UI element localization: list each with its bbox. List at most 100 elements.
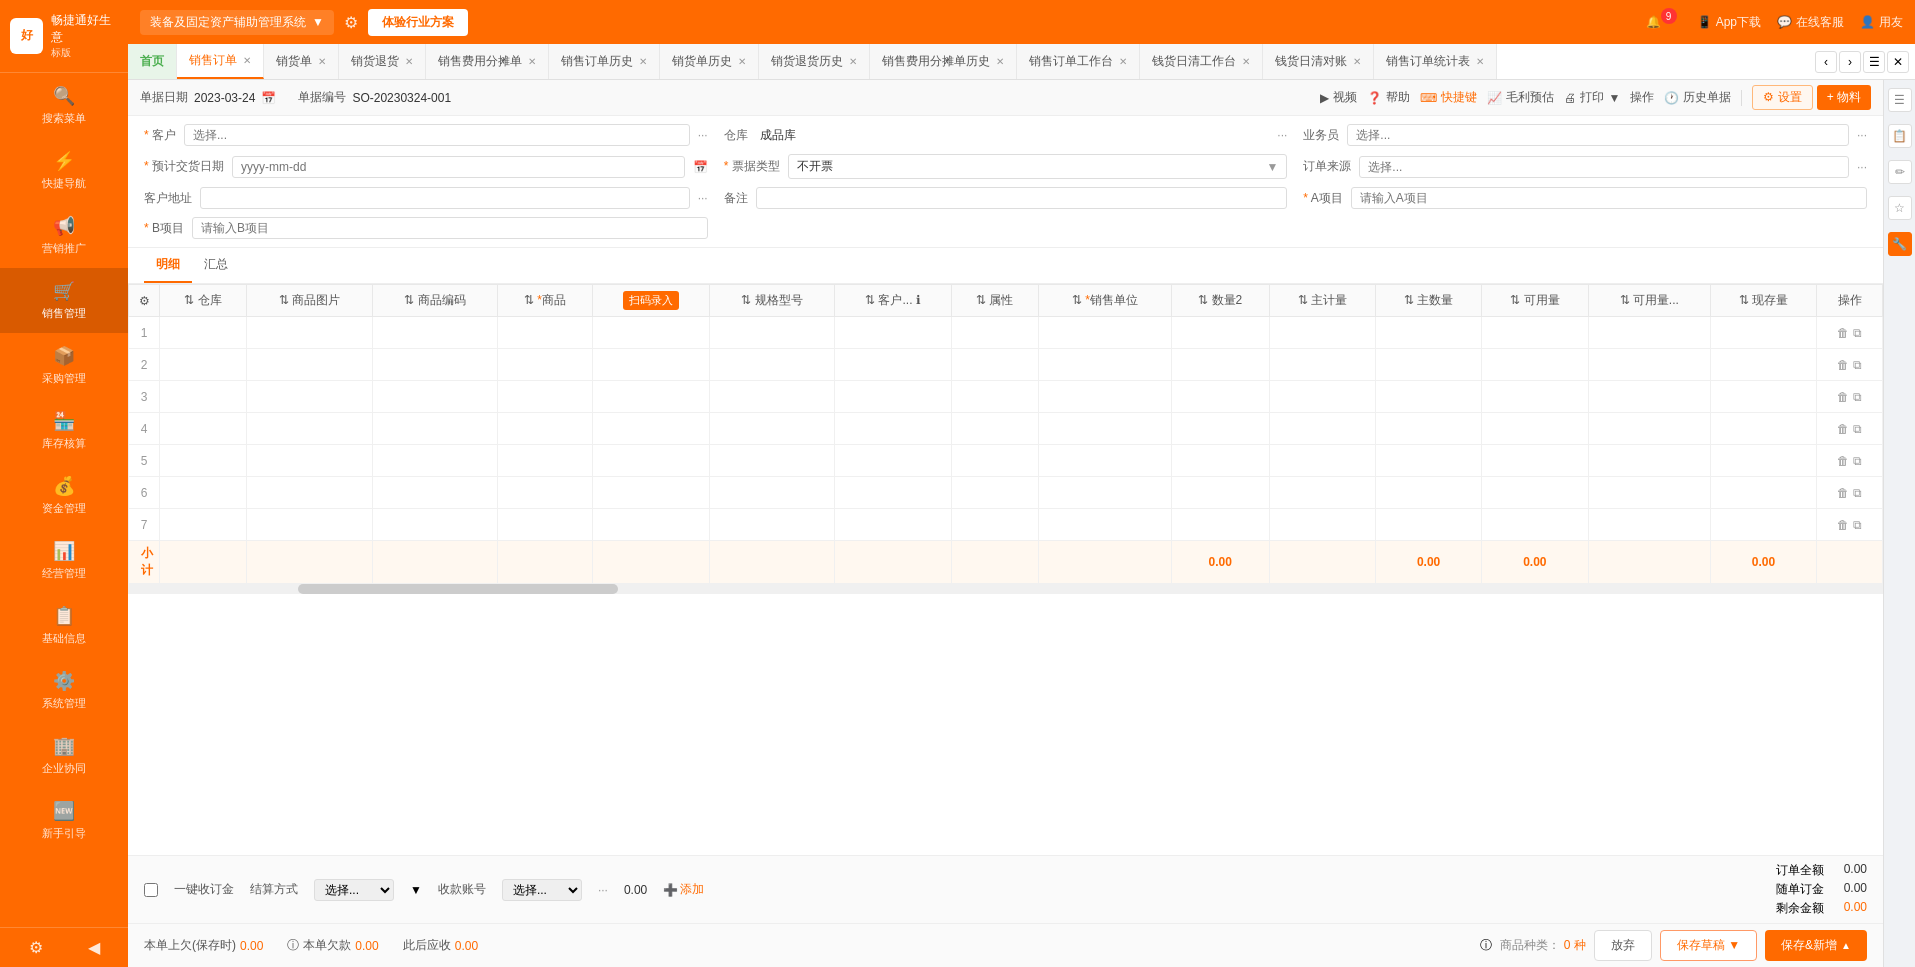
- tab-expense-history[interactable]: 销售费用分摊单历史 ✕: [870, 44, 1017, 79]
- copy-icon[interactable]: ⧉: [1853, 326, 1862, 340]
- table-cell[interactable]: [592, 509, 709, 541]
- table-cell[interactable]: [372, 413, 498, 445]
- col-attribute[interactable]: ⇅ 属性: [951, 285, 1038, 317]
- table-cell[interactable]: [1171, 413, 1269, 445]
- right-panel-btn-3[interactable]: ✏: [1888, 160, 1912, 184]
- sidebar-item-sales[interactable]: 🛒 销售管理: [0, 268, 128, 333]
- table-cell[interactable]: [592, 317, 709, 349]
- table-cell[interactable]: [247, 317, 373, 349]
- tab-close-cash-workbench[interactable]: ✕: [1242, 56, 1250, 67]
- table-cell[interactable]: [709, 317, 835, 349]
- sidebar-item-marketing[interactable]: 📢 营销推广: [0, 203, 128, 268]
- staff-input[interactable]: [1347, 124, 1849, 146]
- online-support-btn[interactable]: 💬 在线客服: [1777, 14, 1844, 31]
- table-cell[interactable]: [247, 509, 373, 541]
- table-cell[interactable]: [498, 317, 593, 349]
- row-action[interactable]: 🗑⧉: [1817, 349, 1883, 381]
- table-cell[interactable]: [592, 349, 709, 381]
- tab-close-statistics[interactable]: ✕: [1476, 56, 1484, 67]
- table-cell[interactable]: [1482, 509, 1588, 541]
- toolbar-add-item-btn[interactable]: + 物料: [1817, 85, 1871, 110]
- table-cell[interactable]: [247, 381, 373, 413]
- tab-return[interactable]: 销货退货 ✕: [339, 44, 426, 79]
- table-cell[interactable]: [1171, 317, 1269, 349]
- app-download-btn[interactable]: 📱 App下载: [1697, 14, 1761, 31]
- right-panel-btn-5[interactable]: 🔧: [1888, 232, 1912, 256]
- table-cell[interactable]: [1171, 445, 1269, 477]
- row-action[interactable]: 🗑⧉: [1817, 413, 1883, 445]
- row-action[interactable]: 🗑⧉: [1817, 317, 1883, 349]
- tab-next-btn[interactable]: ›: [1839, 51, 1861, 73]
- table-cell[interactable]: [592, 445, 709, 477]
- right-panel-btn-1[interactable]: ☰: [1888, 88, 1912, 112]
- table-cell[interactable]: [1038, 349, 1171, 381]
- customer-dots[interactable]: ···: [698, 128, 708, 142]
- add-payment-btn[interactable]: ➕ 添加: [663, 881, 704, 898]
- table-cell[interactable]: [1375, 317, 1481, 349]
- tab-return-history[interactable]: 销货退货历史 ✕: [759, 44, 870, 79]
- tab-menu-btn[interactable]: ☰: [1863, 51, 1885, 73]
- table-cell[interactable]: [1588, 509, 1710, 541]
- tab-close-expense-history[interactable]: ✕: [996, 56, 1004, 67]
- auto-settle-checkbox[interactable]: [144, 883, 158, 897]
- note-input[interactable]: [756, 187, 1288, 209]
- right-panel-btn-2[interactable]: 📋: [1888, 124, 1912, 148]
- toolbar-help-btn[interactable]: ❓ 帮助: [1367, 89, 1410, 106]
- table-cell[interactable]: [1269, 381, 1375, 413]
- tab-close-expense-split[interactable]: ✕: [528, 56, 536, 67]
- table-cell[interactable]: [835, 477, 951, 509]
- right-panel-btn-4[interactable]: ☆: [1888, 196, 1912, 220]
- sidebar-item-basic-info[interactable]: 📋 基础信息: [0, 593, 128, 658]
- toolbar-view-btn[interactable]: ▶ 视频: [1320, 89, 1357, 106]
- col-product[interactable]: ⇅ *商品: [498, 285, 593, 317]
- table-cell[interactable]: [1038, 317, 1171, 349]
- table-cell[interactable]: [1038, 509, 1171, 541]
- tab-prev-btn[interactable]: ‹: [1815, 51, 1837, 73]
- table-cell[interactable]: [372, 445, 498, 477]
- table-cell[interactable]: [1375, 477, 1481, 509]
- tab-sales-order[interactable]: 销售订单 ✕: [177, 44, 264, 79]
- delete-icon[interactable]: 🗑: [1837, 326, 1849, 340]
- tab-close-return-history[interactable]: ✕: [849, 56, 857, 67]
- sidebar-item-quick-nav[interactable]: ⚡ 快捷导航: [0, 138, 128, 203]
- tab-reconciliation[interactable]: 钱货日清对账 ✕: [1263, 44, 1374, 79]
- toolbar-history-btn[interactable]: 🕐 历史单据: [1664, 89, 1731, 106]
- table-cell[interactable]: [1375, 445, 1481, 477]
- toolbar-print-btn[interactable]: 🖨 打印 ▼: [1564, 89, 1620, 106]
- table-cell[interactable]: [372, 477, 498, 509]
- row-action[interactable]: 🗑⧉: [1817, 381, 1883, 413]
- col-settings[interactable]: ⚙: [129, 285, 160, 317]
- table-cell[interactable]: [160, 317, 247, 349]
- col-scan[interactable]: 扫码录入: [592, 285, 709, 317]
- table-cell[interactable]: [1038, 413, 1171, 445]
- order-source-input[interactable]: [1359, 156, 1849, 178]
- user-menu[interactable]: 👤 用友: [1860, 14, 1903, 31]
- table-cell[interactable]: [1710, 413, 1816, 445]
- toolbar-profit-btn[interactable]: 📈 毛利预估: [1487, 89, 1554, 106]
- sidebar-item-inventory[interactable]: 🏪 库存核算: [0, 398, 128, 463]
- notification-btn[interactable]: 🔔 9: [1646, 14, 1681, 30]
- table-cell[interactable]: [498, 381, 593, 413]
- toolbar-operations-btn[interactable]: 操作: [1630, 89, 1654, 106]
- calendar-icon[interactable]: 📅: [261, 91, 276, 105]
- table-cell[interactable]: [1482, 445, 1588, 477]
- delivery-date-input[interactable]: [232, 156, 685, 178]
- table-cell[interactable]: [1269, 349, 1375, 381]
- table-cell[interactable]: [1269, 413, 1375, 445]
- detail-tab-detail[interactable]: 明细: [144, 248, 192, 283]
- table-cell[interactable]: [1588, 477, 1710, 509]
- table-cell[interactable]: [709, 509, 835, 541]
- table-cell[interactable]: [1375, 509, 1481, 541]
- table-cell[interactable]: [372, 381, 498, 413]
- col-code[interactable]: ⇅ 商品编码: [372, 285, 498, 317]
- table-cell[interactable]: [1269, 477, 1375, 509]
- table-cell[interactable]: [160, 477, 247, 509]
- save-new-btn[interactable]: 保存&新增 ▲: [1765, 930, 1867, 961]
- topbar-settings-icon[interactable]: ⚙: [344, 13, 358, 32]
- table-cell[interactable]: [592, 381, 709, 413]
- table-cell[interactable]: [247, 349, 373, 381]
- table-cell[interactable]: [951, 413, 1038, 445]
- table-cell[interactable]: [1710, 381, 1816, 413]
- tab-close-reconciliation[interactable]: ✕: [1353, 56, 1361, 67]
- a-project-input[interactable]: [1351, 187, 1867, 209]
